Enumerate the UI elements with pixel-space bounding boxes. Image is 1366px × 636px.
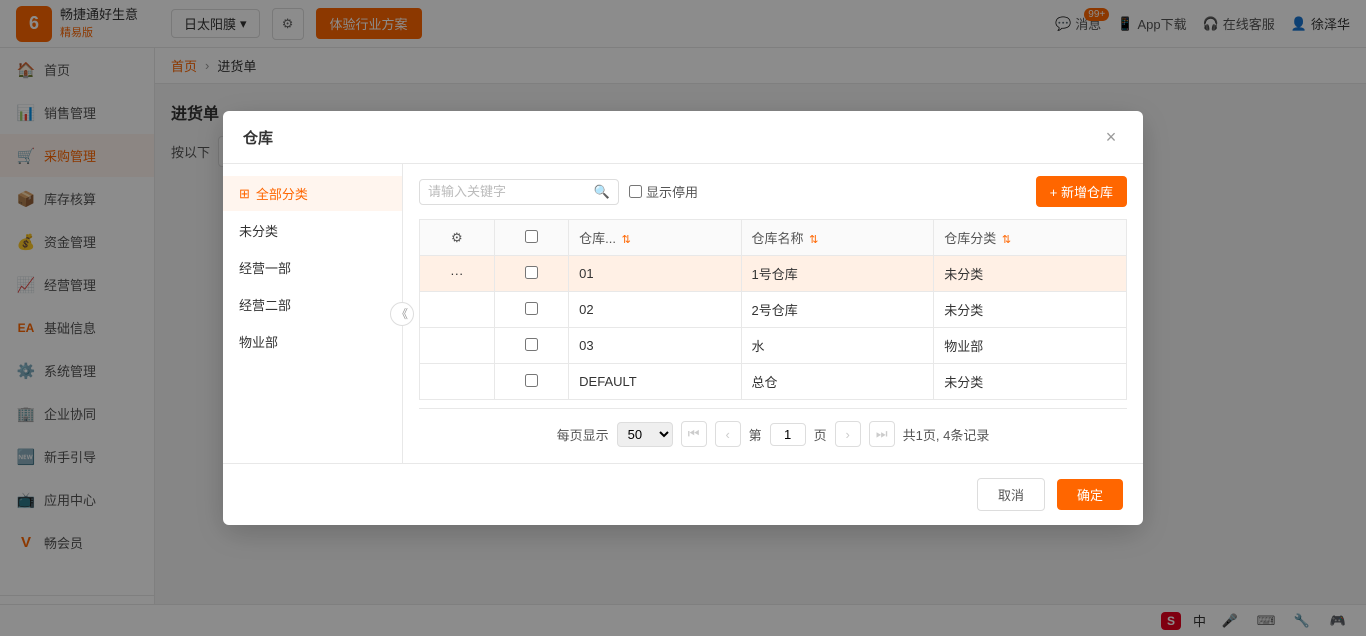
modal-header: 仓库 ×: [223, 111, 1143, 164]
table-body: ··· 01 1号仓库 未分类 02 2号仓库: [420, 256, 1127, 400]
next-page-button[interactable]: ›: [835, 421, 861, 447]
th-name[interactable]: 仓库名称 ⇅: [741, 220, 934, 256]
cancel-button[interactable]: 取消: [977, 478, 1045, 511]
modal-close-button[interactable]: ×: [1099, 125, 1123, 149]
sort-icon-name: ⇅: [809, 234, 818, 246]
row-actions-4[interactable]: [420, 364, 495, 400]
table-row[interactable]: ··· 01 1号仓库 未分类: [420, 256, 1127, 292]
tree-item-ops1[interactable]: 经营一部: [223, 250, 402, 285]
per-page-label: 每页显示: [557, 425, 609, 444]
th-code[interactable]: 仓库... ⇅: [569, 220, 741, 256]
search-input[interactable]: [428, 184, 594, 199]
row-name-1: 1号仓库: [741, 256, 934, 292]
category-tree-panel: ⊞ 全部分类 未分类 经营一部 经营二部 物业部 《: [223, 164, 403, 463]
grid-icon: ⊞: [239, 186, 250, 202]
row-checkbox-1[interactable]: [494, 256, 569, 292]
show-disabled-label[interactable]: 显示停用: [629, 182, 698, 201]
tree-label-ops1: 经营一部: [239, 258, 291, 277]
table-container: ⚙ 仓库... ⇅ 仓库名称 ⇅: [419, 219, 1127, 400]
row-category-3: 物业部: [934, 328, 1127, 364]
table-header-row: ⚙ 仓库... ⇅ 仓库名称 ⇅: [420, 220, 1127, 256]
row-name-4: 总仓: [741, 364, 934, 400]
table-row[interactable]: 02 2号仓库 未分类: [420, 292, 1127, 328]
table-row[interactable]: DEFAULT 总仓 未分类: [420, 364, 1127, 400]
row-checkbox-3[interactable]: [494, 328, 569, 364]
row-actions-3[interactable]: [420, 328, 495, 364]
warehouse-modal: 仓库 × ⊞ 全部分类 未分类 经营一部 经营二部: [223, 111, 1143, 525]
th-code-label: 仓库...: [579, 231, 616, 246]
tree-item-property[interactable]: 物业部: [223, 324, 402, 359]
pagination-bar: 每页显示 50 100 ⏮ ‹ 第 页 › ⏭ 共1页, 4条记录: [419, 408, 1127, 451]
th-name-label: 仓库名称: [752, 231, 804, 246]
tree-collapse-button[interactable]: 《: [390, 302, 414, 326]
show-disabled-checkbox[interactable]: [629, 185, 642, 198]
search-box: 🔍: [419, 179, 619, 205]
row-checkbox-4[interactable]: [494, 364, 569, 400]
tree-label-uncat: 未分类: [239, 221, 278, 240]
row-code-2: 02: [569, 292, 741, 328]
tree-label-property: 物业部: [239, 332, 278, 351]
sort-icon-code: ⇅: [622, 234, 631, 246]
show-disabled-text: 显示停用: [646, 182, 698, 201]
tree-item-ops2[interactable]: 经营二部: [223, 287, 402, 322]
row-actions-2[interactable]: [420, 292, 495, 328]
th-checkbox[interactable]: [494, 220, 569, 256]
last-page-button[interactable]: ⏭: [869, 421, 895, 447]
row-actions-1[interactable]: ···: [420, 256, 495, 292]
prev-page-button[interactable]: ‹: [715, 421, 741, 447]
row-category-1: 未分类: [934, 256, 1127, 292]
total-info: 共1页, 4条记录: [903, 425, 990, 444]
add-warehouse-button[interactable]: + 新增仓库: [1036, 176, 1127, 207]
confirm-button[interactable]: 确定: [1057, 479, 1123, 510]
select-all-checkbox[interactable]: [525, 230, 538, 243]
th-settings[interactable]: ⚙: [420, 220, 495, 256]
page-input[interactable]: [770, 423, 806, 446]
page-unit: 页: [814, 425, 827, 444]
per-page-select[interactable]: 50 100: [617, 422, 673, 447]
th-category[interactable]: 仓库分类 ⇅: [934, 220, 1127, 256]
modal-body: ⊞ 全部分类 未分类 经营一部 经营二部 物业部 《: [223, 164, 1143, 463]
row-category-2: 未分类: [934, 292, 1127, 328]
warehouse-table: ⚙ 仓库... ⇅ 仓库名称 ⇅: [419, 219, 1127, 400]
row-name-3: 水: [741, 328, 934, 364]
tree-label-ops2: 经营二部: [239, 295, 291, 314]
table-row[interactable]: 03 水 物业部: [420, 328, 1127, 364]
row-code-1: 01: [569, 256, 741, 292]
first-page-button[interactable]: ⏮: [681, 421, 707, 447]
row-category-4: 未分类: [934, 364, 1127, 400]
modal-overlay: 仓库 × ⊞ 全部分类 未分类 经营一部 经营二部: [0, 0, 1366, 636]
tree-item-uncat[interactable]: 未分类: [223, 213, 402, 248]
row-code-3: 03: [569, 328, 741, 364]
row-name-2: 2号仓库: [741, 292, 934, 328]
table-head: ⚙ 仓库... ⇅ 仓库名称 ⇅: [420, 220, 1127, 256]
modal-footer: 取消 确定: [223, 463, 1143, 525]
sort-icon-category: ⇅: [1002, 234, 1011, 246]
tree-label-all: 全部分类: [256, 184, 308, 203]
row-checkbox-2[interactable]: [494, 292, 569, 328]
th-category-label: 仓库分类: [944, 231, 996, 246]
table-toolbar: 🔍 显示停用 + 新增仓库: [419, 176, 1127, 207]
table-panel: 🔍 显示停用 + 新增仓库 ⚙: [403, 164, 1143, 463]
modal-title: 仓库: [243, 127, 273, 148]
tree-item-all[interactable]: ⊞ 全部分类: [223, 176, 402, 211]
row-code-4: DEFAULT: [569, 364, 741, 400]
page-label: 第: [749, 425, 762, 444]
search-icon[interactable]: 🔍: [594, 184, 610, 200]
